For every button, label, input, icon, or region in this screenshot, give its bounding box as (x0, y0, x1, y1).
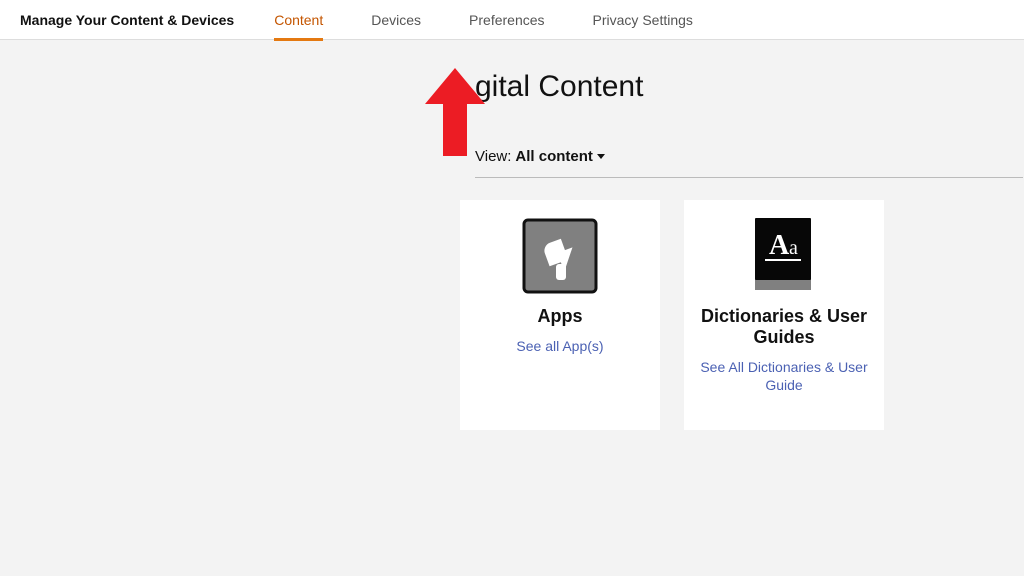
card-dictionaries-link[interactable]: See All Dictionaries & User Guide (696, 358, 872, 394)
main: gital Content View: All content Apps See… (0, 40, 1024, 430)
tab-devices[interactable]: Devices (371, 0, 421, 40)
nav-title: Manage Your Content & Devices (20, 12, 234, 28)
dictionary-icon: A a (746, 218, 822, 294)
card-apps-title: Apps (538, 306, 583, 327)
view-filter[interactable]: View: All content (475, 148, 1023, 178)
card-apps-link[interactable]: See all App(s) (516, 337, 603, 355)
chevron-down-icon (597, 154, 605, 159)
svg-text:a: a (789, 237, 798, 259)
view-value: All content (515, 148, 593, 165)
card-dictionaries-title: Dictionaries & User Guides (696, 306, 872, 348)
top-nav: Manage Your Content & Devices Content De… (0, 0, 1024, 40)
svg-text:A: A (769, 230, 790, 261)
tab-privacy-settings[interactable]: Privacy Settings (593, 0, 693, 40)
card-apps[interactable]: Apps See all App(s) (460, 200, 660, 430)
tab-preferences[interactable]: Preferences (469, 0, 544, 40)
content-cards: Apps See all App(s) A a Dictionaries & U… (460, 200, 1024, 430)
view-label: View: (475, 148, 511, 165)
apps-icon (522, 218, 598, 294)
page-title: gital Content (475, 70, 1024, 104)
tab-content[interactable]: Content (274, 0, 323, 40)
card-dictionaries[interactable]: A a Dictionaries & User Guides See All D… (684, 200, 884, 430)
